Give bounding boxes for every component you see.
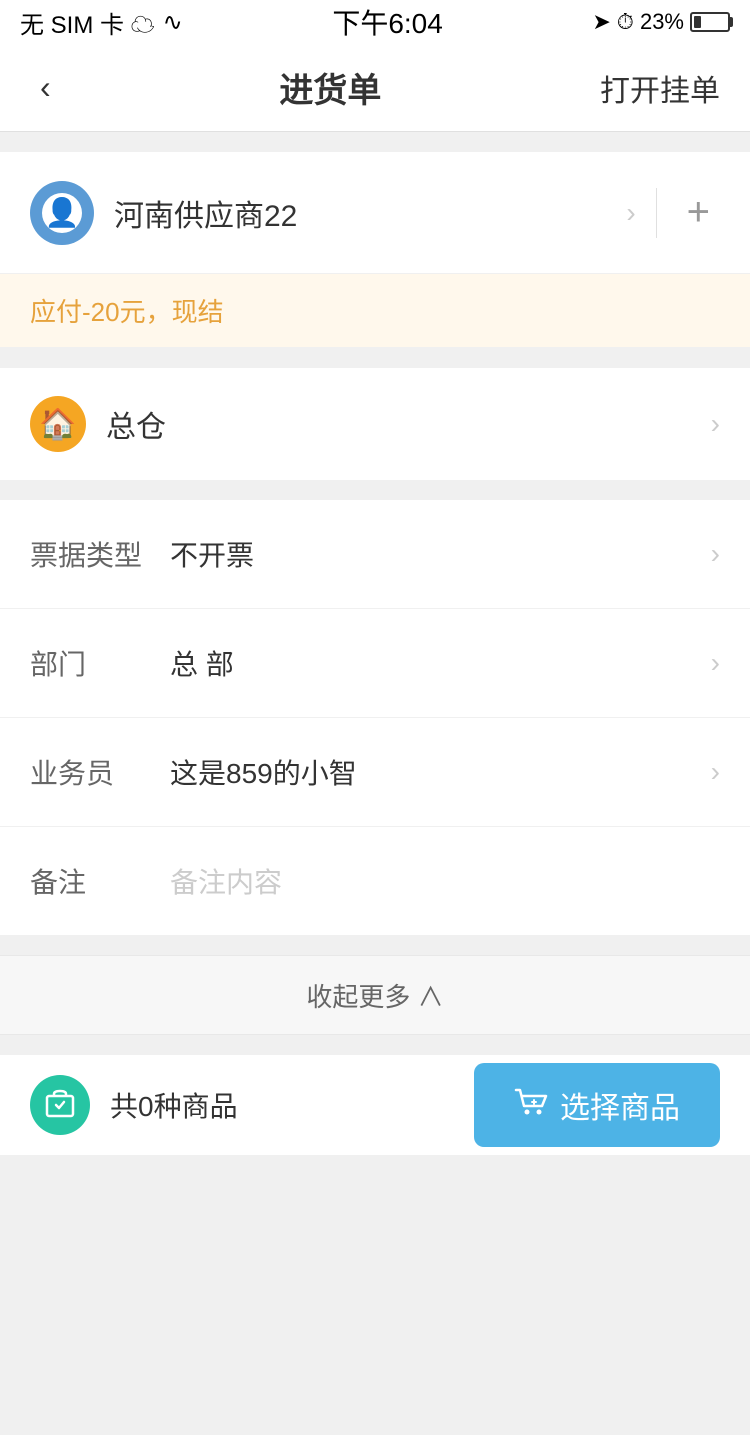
alert-text: 应付-20元，现结 [30, 297, 224, 327]
sim-label: 无 SIM 卡 ☁ [20, 5, 155, 40]
invoice-chevron-icon: › [711, 538, 720, 570]
remark-row[interactable]: 备注 备注内容 [0, 827, 750, 935]
select-btn-label: 选择商品 [560, 1083, 680, 1127]
supplier-row[interactable]: 👤 河南供应商22 › + [0, 152, 750, 274]
salesperson-value: 这是859的小智 [150, 752, 711, 792]
gray-area [0, 1155, 750, 1435]
supplier-name: 河南供应商22 [114, 191, 626, 235]
department-value: 总 部 [150, 643, 711, 683]
collapse-row[interactable]: 收起更多 ∧ [0, 955, 750, 1035]
battery-percent: 23% [640, 9, 684, 35]
collapse-label: 收起更多 ∧ [306, 977, 443, 1014]
supplier-avatar: 👤 [30, 181, 94, 245]
wifi-icon: ∿ [163, 8, 183, 37]
salesperson-chevron-icon: › [711, 756, 720, 788]
department-row[interactable]: 部门 总 部 › [0, 609, 750, 718]
department-chevron-icon: › [711, 647, 720, 679]
warehouse-row[interactable]: 🏠 总仓 › [0, 367, 750, 480]
form-section: 票据类型 不开票 › 部门 总 部 › 业务员 这是859的小智 › 备注 备注… [0, 500, 750, 935]
product-count: 共0种商品 [110, 1085, 474, 1125]
supplier-divider [656, 188, 657, 238]
cart-icon [514, 1088, 548, 1123]
alarm-icon: ⏱ [617, 9, 634, 35]
back-button[interactable]: ‹ [30, 59, 61, 116]
remark-input[interactable]: 备注内容 [150, 861, 720, 901]
mid-divider [0, 347, 750, 367]
status-bar: 无 SIM 卡 ☁ ∿ 下午6:04 ➤ ⏱ 23% [0, 0, 750, 44]
add-button[interactable]: + [677, 180, 720, 245]
invoice-type-value: 不开票 [150, 534, 711, 574]
invoice-type-row[interactable]: 票据类型 不开票 › [0, 500, 750, 609]
person-icon: 👤 [45, 196, 80, 229]
nav-bar: ‹ 进货单 打开挂单 [0, 44, 750, 132]
top-divider [0, 132, 750, 152]
product-icon [30, 1075, 90, 1135]
bottom-bar: 共0种商品 选择商品 [0, 1055, 750, 1155]
department-label: 部门 [30, 643, 150, 683]
open-pending-button[interactable]: 打开挂单 [600, 66, 720, 110]
avatar-inner: 👤 [42, 193, 82, 233]
warehouse-section: 🏠 总仓 › [0, 367, 750, 480]
warehouse-chevron-icon: › [711, 408, 720, 440]
salesperson-row[interactable]: 业务员 这是859的小智 › [0, 718, 750, 827]
warehouse-icon: 🏠 [30, 396, 86, 452]
page-title: 进货单 [279, 63, 381, 112]
warehouse-name: 总仓 [106, 402, 711, 446]
select-product-button[interactable]: 选择商品 [474, 1063, 720, 1147]
alert-row: 应付-20元，现结 [0, 274, 750, 347]
remark-label: 备注 [30, 861, 150, 901]
chevron-right-icon: › [626, 197, 635, 229]
status-right: ➤ ⏱ 23% [592, 9, 730, 35]
invoice-type-label: 票据类型 [30, 534, 150, 574]
salesperson-label: 业务员 [30, 752, 150, 792]
battery-icon [690, 12, 730, 32]
status-time: 下午6:04 [332, 2, 443, 42]
location-icon: ➤ [592, 9, 610, 35]
status-left: 无 SIM 卡 ☁ ∿ [20, 5, 183, 40]
supplier-section: 👤 河南供应商22 › + 应付-20元，现结 [0, 152, 750, 347]
